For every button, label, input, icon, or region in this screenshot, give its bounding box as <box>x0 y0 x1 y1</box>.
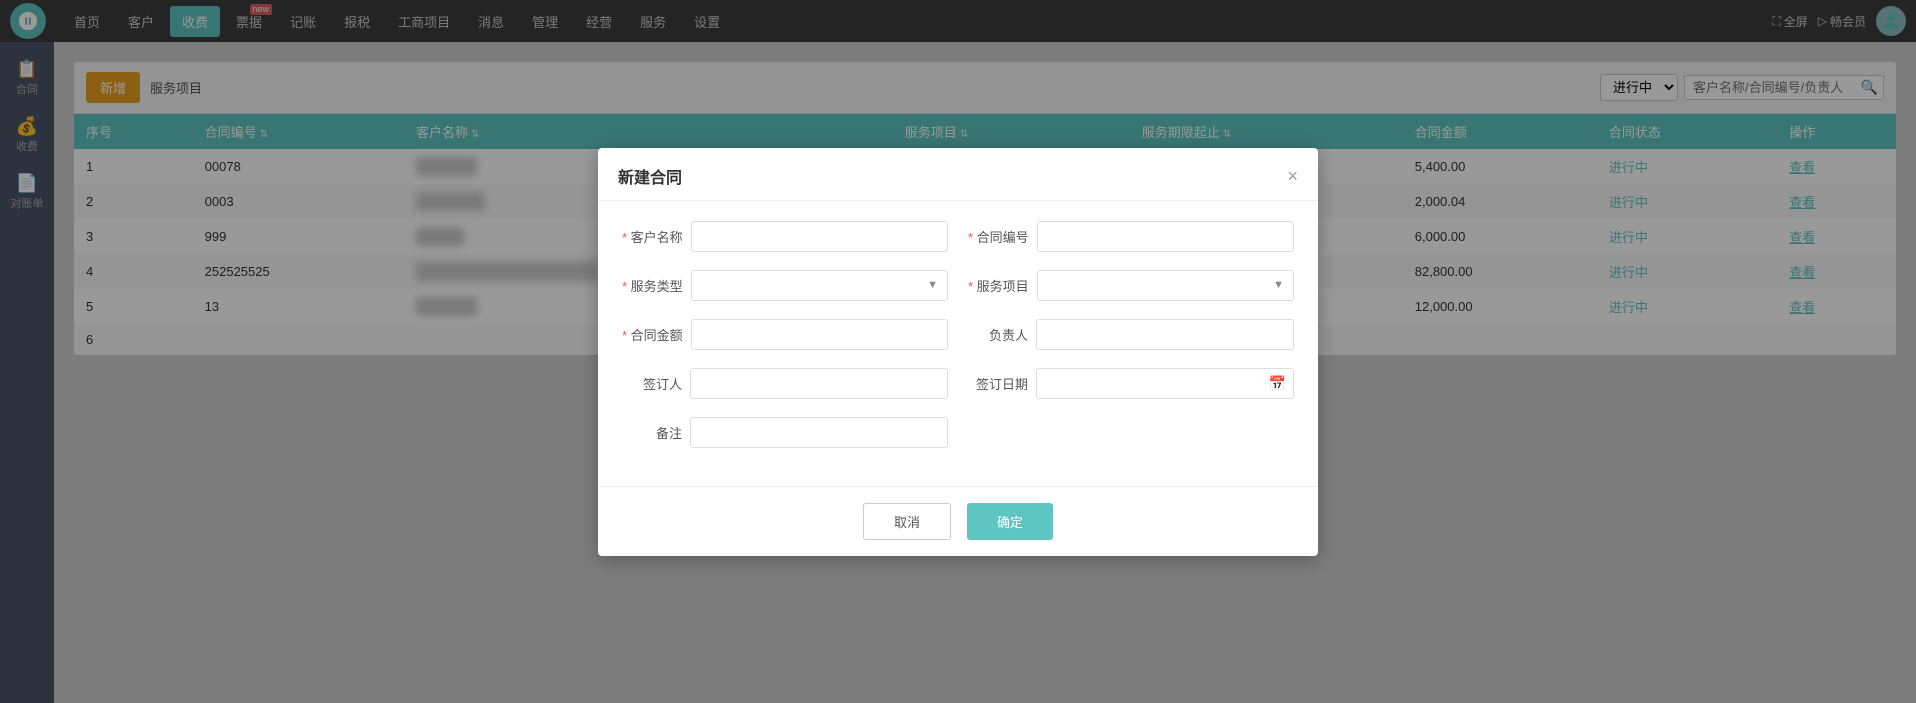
form-row-4: 签订人 签订日期 2023-06-06 📅 <box>622 368 1294 399</box>
amount-input[interactable]: 0.00 <box>691 319 948 350</box>
responsible-label: 负责人 <box>968 325 1028 344</box>
service-type-select[interactable] <box>691 270 948 301</box>
dialog-body: 客户名称 合同编号 服务类型 ▼ <box>598 201 1318 486</box>
service-type-select-wrapper: ▼ <box>691 270 948 301</box>
service-item-select[interactable] <box>1037 270 1294 301</box>
form-row-1: 客户名称 合同编号 <box>622 221 1294 252</box>
field-service-type: 服务类型 ▼ <box>622 270 948 301</box>
field-contract-no: 合同编号 <box>968 221 1294 252</box>
field-responsible: 负责人 <box>968 319 1294 350</box>
field-amount: 合同金额 0.00 <box>622 319 948 350</box>
service-type-label: 服务类型 <box>622 276 683 295</box>
cancel-button[interactable]: 取消 <box>863 503 951 540</box>
sign-date-label: 签订日期 <box>968 374 1028 393</box>
field-client-name: 客户名称 <box>622 221 948 252</box>
calendar-icon[interactable]: 📅 <box>1269 375 1286 392</box>
new-contract-dialog: 新建合同 × 客户名称 合同编号 服务类型 <box>598 148 1318 556</box>
date-input-wrapper: 2023-06-06 📅 <box>1036 368 1294 399</box>
client-name-input[interactable] <box>691 221 948 252</box>
field-note-spacer <box>968 417 1294 448</box>
field-service-item: 服务项目 ▼ <box>968 270 1294 301</box>
signer-input[interactable] <box>690 368 948 399</box>
contract-no-input[interactable] <box>1037 221 1294 252</box>
form-row-3: 合同金额 0.00 负责人 <box>622 319 1294 350</box>
modal-overlay: 新建合同 × 客户名称 合同编号 服务类型 <box>0 0 1916 703</box>
amount-label: 合同金额 <box>622 325 683 344</box>
dialog-title: 新建合同 <box>618 164 682 188</box>
contract-no-label: 合同编号 <box>968 227 1029 246</box>
client-name-label: 客户名称 <box>622 227 683 246</box>
service-item-label: 服务项目 <box>968 276 1029 295</box>
note-label: 备注 <box>622 423 682 442</box>
signer-label: 签订人 <box>622 374 682 393</box>
note-input[interactable] <box>690 417 948 448</box>
field-signer: 签订人 <box>622 368 948 399</box>
field-note: 备注 <box>622 417 948 448</box>
form-row-2: 服务类型 ▼ 服务项目 ▼ <box>622 270 1294 301</box>
dialog-header: 新建合同 × <box>598 148 1318 201</box>
service-item-select-wrapper: ▼ <box>1037 270 1294 301</box>
form-row-5: 备注 <box>622 417 1294 448</box>
dialog-close-button[interactable]: × <box>1287 167 1298 185</box>
field-sign-date: 签订日期 2023-06-06 📅 <box>968 368 1294 399</box>
dialog-footer: 取消 确定 <box>598 486 1318 556</box>
responsible-input[interactable] <box>1036 319 1294 350</box>
confirm-button[interactable]: 确定 <box>967 503 1053 540</box>
sign-date-input[interactable]: 2023-06-06 <box>1036 368 1294 399</box>
